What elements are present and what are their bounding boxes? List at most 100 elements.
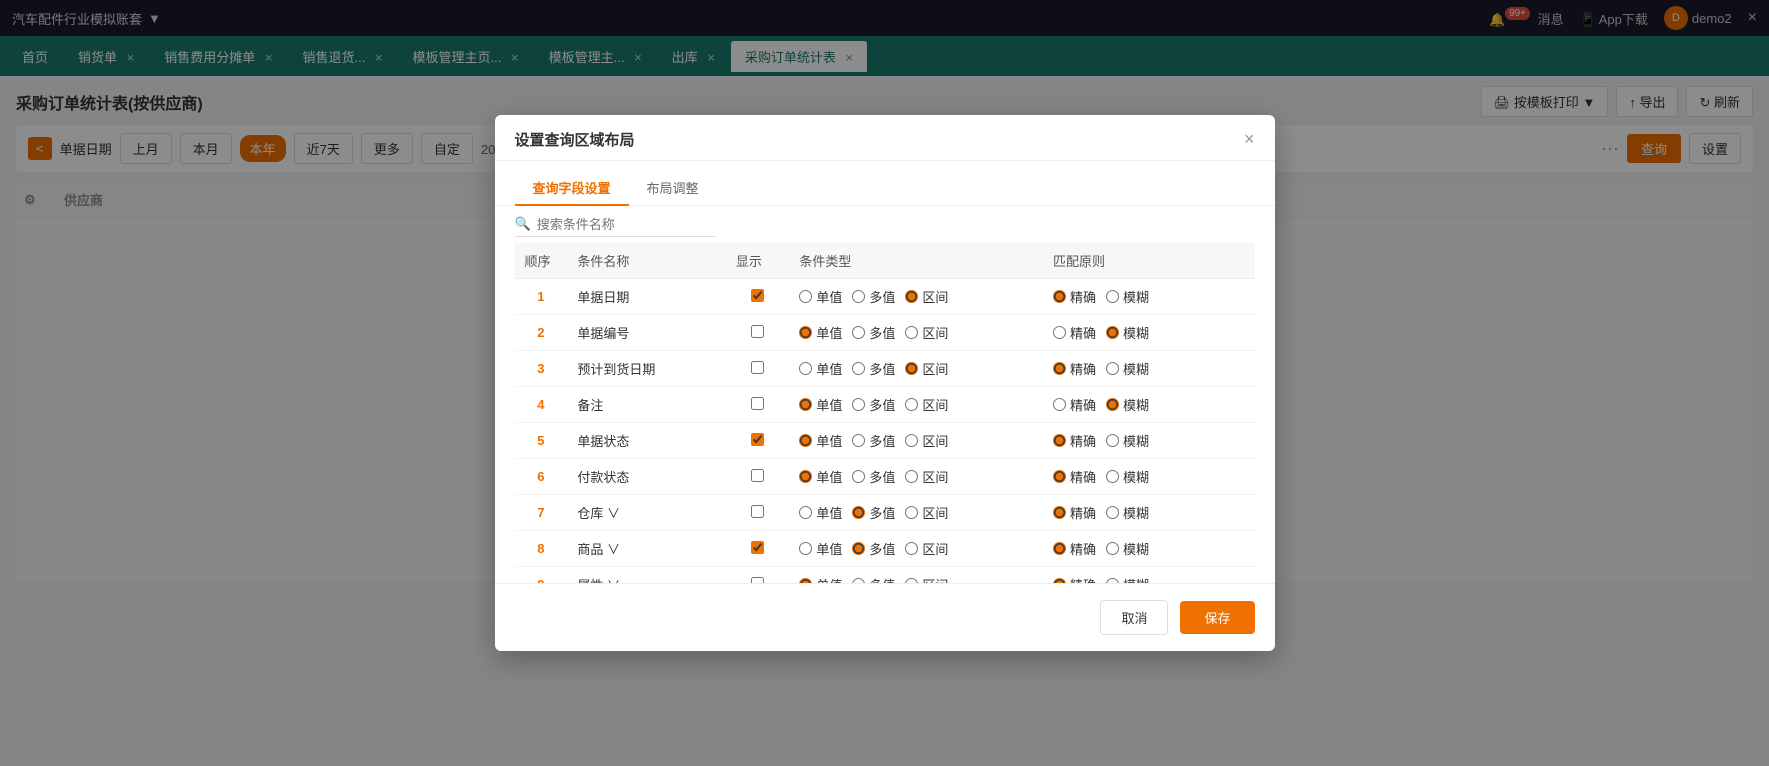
type-radio[interactable] <box>905 398 918 411</box>
type-option-label[interactable]: 单值 <box>799 287 842 306</box>
type-option-label[interactable]: 单值 <box>799 359 842 378</box>
match-option-label[interactable]: 模糊 <box>1106 539 1149 558</box>
search-input[interactable] <box>537 217 697 232</box>
match-option-label[interactable]: 模糊 <box>1106 467 1149 486</box>
match-option-label[interactable]: 精确 <box>1053 395 1096 414</box>
show-checkbox[interactable] <box>751 397 764 410</box>
type-option-label[interactable]: 单值 <box>799 323 842 342</box>
type-option-label[interactable]: 多值 <box>852 359 895 378</box>
type-option-label[interactable]: 多值 <box>852 539 895 558</box>
match-radio[interactable] <box>1053 290 1066 303</box>
type-option-label[interactable]: 区间 <box>905 431 948 450</box>
modal-close-button[interactable]: × <box>1244 129 1255 150</box>
match-radio[interactable] <box>1053 326 1066 339</box>
match-option-label[interactable]: 精确 <box>1053 431 1096 450</box>
tab-query-fields[interactable]: 查询字段设置 <box>515 171 629 206</box>
type-option-label[interactable]: 单值 <box>799 503 842 522</box>
type-option-label[interactable]: 单值 <box>799 431 842 450</box>
cancel-button[interactable]: 取消 <box>1100 600 1168 635</box>
match-option-label[interactable]: 精确 <box>1053 575 1096 583</box>
match-option-label[interactable]: 模糊 <box>1106 287 1149 306</box>
type-radio[interactable] <box>852 290 865 303</box>
match-option-label[interactable]: 精确 <box>1053 467 1096 486</box>
type-radio[interactable] <box>799 326 812 339</box>
match-option-label[interactable]: 模糊 <box>1106 431 1149 450</box>
match-option-label[interactable]: 模糊 <box>1106 575 1149 583</box>
match-radio[interactable] <box>1106 326 1119 339</box>
match-option-label[interactable]: 模糊 <box>1106 359 1149 378</box>
type-option-label[interactable]: 多值 <box>852 287 895 306</box>
match-radio[interactable] <box>1053 542 1066 555</box>
match-option-label[interactable]: 精确 <box>1053 287 1096 306</box>
type-radio[interactable] <box>852 434 865 447</box>
type-radio[interactable] <box>852 542 865 555</box>
type-radio[interactable] <box>799 434 812 447</box>
type-radio[interactable] <box>905 434 918 447</box>
type-option-label[interactable]: 单值 <box>799 467 842 486</box>
type-radio[interactable] <box>905 290 918 303</box>
type-radio[interactable] <box>852 398 865 411</box>
show-checkbox[interactable] <box>751 325 764 338</box>
type-radio[interactable] <box>852 362 865 375</box>
match-option-label[interactable]: 精确 <box>1053 503 1096 522</box>
type-option-label[interactable]: 单值 <box>799 395 842 414</box>
save-button[interactable]: 保存 <box>1180 601 1254 634</box>
match-option-label[interactable]: 模糊 <box>1106 503 1149 522</box>
show-checkbox[interactable] <box>751 469 764 482</box>
match-radio[interactable] <box>1053 506 1066 519</box>
type-option-label[interactable]: 区间 <box>905 323 948 342</box>
type-option-label[interactable]: 多值 <box>852 431 895 450</box>
match-radio[interactable] <box>1106 542 1119 555</box>
row-type-cell: 单值 多值 区间 <box>789 567 1043 584</box>
type-option-label[interactable]: 区间 <box>905 539 948 558</box>
match-radio[interactable] <box>1053 434 1066 447</box>
match-option-label[interactable]: 精确 <box>1053 539 1096 558</box>
type-radio[interactable] <box>799 506 812 519</box>
type-option-label[interactable]: 区间 <box>905 287 948 306</box>
show-checkbox[interactable] <box>751 361 764 374</box>
type-radio[interactable] <box>905 506 918 519</box>
type-option-label[interactable]: 多值 <box>852 467 895 486</box>
type-radio[interactable] <box>799 290 812 303</box>
type-radio[interactable] <box>852 470 865 483</box>
type-option-label[interactable]: 单值 <box>799 539 842 558</box>
match-radio[interactable] <box>1053 398 1066 411</box>
match-option-label[interactable]: 精确 <box>1053 323 1096 342</box>
match-option-label[interactable]: 精确 <box>1053 359 1096 378</box>
type-radio[interactable] <box>905 542 918 555</box>
type-option-label[interactable]: 多值 <box>852 503 895 522</box>
tab-layout[interactable]: 布局调整 <box>629 171 717 206</box>
match-radio[interactable] <box>1106 470 1119 483</box>
show-checkbox[interactable] <box>751 541 764 554</box>
type-option-label[interactable]: 多值 <box>852 323 895 342</box>
match-radio[interactable] <box>1106 434 1119 447</box>
type-radio[interactable] <box>905 326 918 339</box>
type-option-label[interactable]: 区间 <box>905 395 948 414</box>
match-option-label[interactable]: 模糊 <box>1106 323 1149 342</box>
type-radio[interactable] <box>799 542 812 555</box>
show-checkbox[interactable] <box>751 289 764 302</box>
type-radio[interactable] <box>905 362 918 375</box>
match-radio[interactable] <box>1106 290 1119 303</box>
type-radio[interactable] <box>799 362 812 375</box>
type-radio[interactable] <box>905 470 918 483</box>
show-checkbox[interactable] <box>751 433 764 446</box>
type-radio[interactable] <box>799 470 812 483</box>
type-option-label[interactable]: 区间 <box>905 503 948 522</box>
match-radio[interactable] <box>1106 398 1119 411</box>
match-radio[interactable] <box>1053 362 1066 375</box>
type-option-label[interactable]: 区间 <box>905 467 948 486</box>
show-checkbox[interactable] <box>751 505 764 518</box>
type-option-label[interactable]: 区间 <box>905 575 948 583</box>
match-radio[interactable] <box>1106 506 1119 519</box>
type-option-label[interactable]: 单值 <box>799 575 842 583</box>
type-radio[interactable] <box>852 506 865 519</box>
type-radio[interactable] <box>852 326 865 339</box>
type-radio[interactable] <box>799 398 812 411</box>
type-option-label[interactable]: 多值 <box>852 575 895 583</box>
match-radio[interactable] <box>1106 362 1119 375</box>
type-option-label[interactable]: 区间 <box>905 359 948 378</box>
match-option-label[interactable]: 模糊 <box>1106 395 1149 414</box>
match-radio[interactable] <box>1053 470 1066 483</box>
type-option-label[interactable]: 多值 <box>852 395 895 414</box>
